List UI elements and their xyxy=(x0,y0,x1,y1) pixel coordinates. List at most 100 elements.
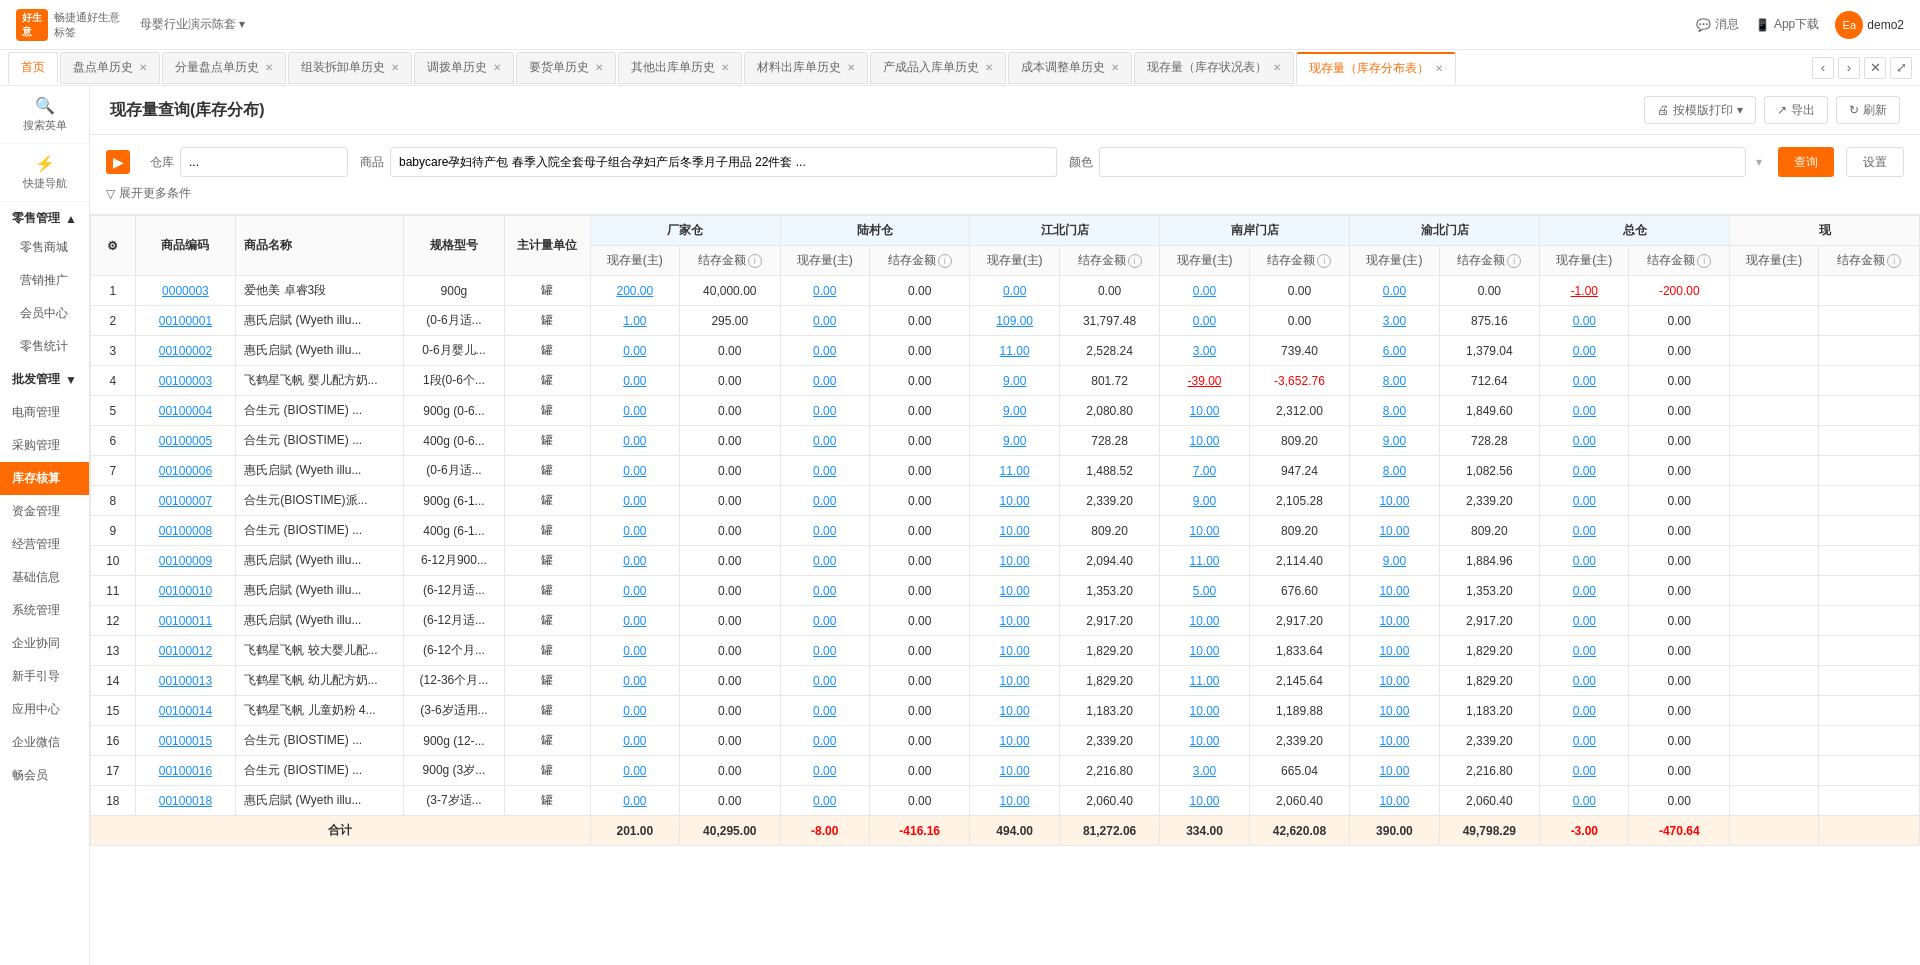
cell-w1-qty[interactable]: 0.00 xyxy=(590,696,679,726)
cell-w2-qty[interactable]: 0.00 xyxy=(780,756,869,786)
cell-w5-qty[interactable]: 8.00 xyxy=(1350,396,1439,426)
cell-w3-qty[interactable]: 10.00 xyxy=(970,546,1059,576)
sidebar-item-weixin[interactable]: 企业微信 xyxy=(0,726,89,759)
cell-code[interactable]: 00100011 xyxy=(135,606,236,636)
cell-w3-qty[interactable]: 10.00 xyxy=(970,636,1059,666)
cell-w2-qty[interactable]: 0.00 xyxy=(780,456,869,486)
cell-w5-qty[interactable]: 10.00 xyxy=(1350,726,1439,756)
cell-w3-qty[interactable]: 0.00 xyxy=(970,276,1059,306)
cell-w3-qty[interactable]: 11.00 xyxy=(970,336,1059,366)
cell-code[interactable]: 00100005 xyxy=(135,426,236,456)
cell-total-qty[interactable]: 0.00 xyxy=(1540,516,1629,546)
cell-w1-qty[interactable]: 0.00 xyxy=(590,366,679,396)
tab-cost-adjust[interactable]: 成本调整单历史 ✕ xyxy=(1008,52,1132,84)
cell-code[interactable]: 00100006 xyxy=(135,456,236,486)
cell-w3-qty[interactable]: 9.00 xyxy=(970,426,1059,456)
cell-w4-qty[interactable]: 5.00 xyxy=(1160,576,1249,606)
cell-w4-qty[interactable]: 10.00 xyxy=(1160,636,1249,666)
search-btn[interactable]: 查询 xyxy=(1778,147,1834,177)
tab-assemble[interactable]: 组装拆卸单历史 ✕ xyxy=(288,52,412,84)
cell-total-qty[interactable]: 0.00 xyxy=(1540,426,1629,456)
cell-w2-qty[interactable]: 0.00 xyxy=(780,786,869,816)
cell-code[interactable]: 0000003 xyxy=(135,276,236,306)
cell-w1-qty[interactable]: 0.00 xyxy=(590,606,679,636)
cell-w5-qty[interactable]: 10.00 xyxy=(1350,516,1439,546)
cell-total-qty[interactable]: 0.00 xyxy=(1540,306,1629,336)
cell-total-qty[interactable]: 0.00 xyxy=(1540,696,1629,726)
close-tab-transfer[interactable]: ✕ xyxy=(493,62,501,73)
close-tab-purchase[interactable]: ✕ xyxy=(595,62,603,73)
user-info[interactable]: Ea demo2 xyxy=(1835,11,1904,39)
close-tab-finished[interactable]: ✕ xyxy=(985,62,993,73)
cell-w5-qty[interactable]: 10.00 xyxy=(1350,606,1439,636)
industry-selector[interactable]: 母婴行业演示陈套 ▾ xyxy=(140,16,245,33)
cell-w5-qty[interactable]: 10.00 xyxy=(1350,756,1439,786)
cell-w2-qty[interactable]: 0.00 xyxy=(780,516,869,546)
close-tab-split[interactable]: ✕ xyxy=(265,62,273,73)
sidebar-item-vip[interactable]: 畅会员 xyxy=(0,759,89,792)
cell-w4-qty[interactable]: 7.00 xyxy=(1160,456,1249,486)
cell-w4-qty[interactable]: 3.00 xyxy=(1160,336,1249,366)
cell-w3-qty[interactable]: 10.00 xyxy=(970,606,1059,636)
close-tab-assemble[interactable]: ✕ xyxy=(391,62,399,73)
tab-next-btn[interactable]: › xyxy=(1838,57,1860,79)
cell-w5-qty[interactable]: 3.00 xyxy=(1350,306,1439,336)
messages-btn[interactable]: 💬 消息 xyxy=(1696,16,1739,33)
cell-w1-qty[interactable]: 0.00 xyxy=(590,726,679,756)
cell-w1-qty[interactable]: 0.00 xyxy=(590,396,679,426)
close-tab-cost[interactable]: ✕ xyxy=(1111,62,1119,73)
expand-more-conditions[interactable]: ▽ 展开更多条件 xyxy=(106,185,1904,202)
cell-w1-qty[interactable]: 0.00 xyxy=(590,486,679,516)
cell-w3-qty[interactable]: 9.00 xyxy=(970,366,1059,396)
sidebar-item-apps[interactable]: 应用中心 xyxy=(0,693,89,726)
cell-code[interactable]: 00100007 xyxy=(135,486,236,516)
cell-w2-qty[interactable]: 0.00 xyxy=(780,696,869,726)
cell-code[interactable]: 00100003 xyxy=(135,366,236,396)
cell-w1-qty[interactable]: 0.00 xyxy=(590,426,679,456)
cell-w5-qty[interactable]: 10.00 xyxy=(1350,666,1439,696)
cell-w3-qty[interactable]: 10.00 xyxy=(970,666,1059,696)
close-tab-stock-status[interactable]: ✕ xyxy=(1273,62,1281,73)
cell-total-qty[interactable]: 0.00 xyxy=(1540,546,1629,576)
sidebar-item-wholesale[interactable]: 批发管理 ▼ xyxy=(0,363,89,396)
cell-code[interactable]: 00100012 xyxy=(135,636,236,666)
cell-w1-qty[interactable]: 200.00 xyxy=(590,276,679,306)
sidebar-item-system[interactable]: 系统管理 xyxy=(0,594,89,627)
cell-w5-qty[interactable]: 10.00 xyxy=(1350,576,1439,606)
cell-w3-qty[interactable]: 10.00 xyxy=(970,726,1059,756)
tab-close-btn[interactable]: ✕ xyxy=(1864,57,1886,79)
sidebar-item-retail-shop[interactable]: 零售商城 xyxy=(0,231,89,264)
cell-code[interactable]: 00100016 xyxy=(135,756,236,786)
tab-material-out[interactable]: 材料出库单历史 ✕ xyxy=(744,52,868,84)
cell-total-qty[interactable]: 0.00 xyxy=(1540,756,1629,786)
cell-w2-qty[interactable]: 0.00 xyxy=(780,636,869,666)
sidebar-item-nav[interactable]: ⚡ 快捷导航 xyxy=(0,144,89,202)
tab-purchase-order[interactable]: 要货单历史 ✕ xyxy=(516,52,616,84)
cell-w2-qty[interactable]: 0.00 xyxy=(780,366,869,396)
cell-total-qty[interactable]: 0.00 xyxy=(1540,666,1629,696)
tab-split-inventory[interactable]: 分量盘点单历史 ✕ xyxy=(162,52,286,84)
cell-total-qty[interactable]: 0.00 xyxy=(1540,576,1629,606)
cell-w3-qty[interactable]: 10.00 xyxy=(970,576,1059,606)
cell-w2-qty[interactable]: 0.00 xyxy=(780,606,869,636)
cell-w4-qty[interactable]: 9.00 xyxy=(1160,486,1249,516)
cell-w4-qty[interactable]: 0.00 xyxy=(1160,276,1249,306)
cell-total-qty[interactable]: 0.00 xyxy=(1540,366,1629,396)
cell-code[interactable]: 00100002 xyxy=(135,336,236,366)
cell-code[interactable]: 00100010 xyxy=(135,576,236,606)
cell-code[interactable]: 00100004 xyxy=(135,396,236,426)
cell-w2-qty[interactable]: 0.00 xyxy=(780,306,869,336)
cell-w3-qty[interactable]: 9.00 xyxy=(970,396,1059,426)
close-tab-material[interactable]: ✕ xyxy=(847,62,855,73)
tab-stock-dist[interactable]: 现存量（库存分布表） ✕ xyxy=(1296,52,1456,84)
cell-w5-qty[interactable]: 9.00 xyxy=(1350,426,1439,456)
cell-total-qty[interactable]: 0.00 xyxy=(1540,726,1629,756)
cell-w1-qty[interactable]: 0.00 xyxy=(590,456,679,486)
sidebar-item-retail[interactable]: 零售管理 ▲ xyxy=(0,202,89,231)
cell-w3-qty[interactable]: 11.00 xyxy=(970,456,1059,486)
info-w3-amt[interactable]: i xyxy=(1128,254,1142,268)
tab-inventory-single[interactable]: 盘点单历史 ✕ xyxy=(60,52,160,84)
cell-w4-qty[interactable]: 10.00 xyxy=(1160,606,1249,636)
cell-code[interactable]: 00100008 xyxy=(135,516,236,546)
cell-w2-qty[interactable]: 0.00 xyxy=(780,396,869,426)
